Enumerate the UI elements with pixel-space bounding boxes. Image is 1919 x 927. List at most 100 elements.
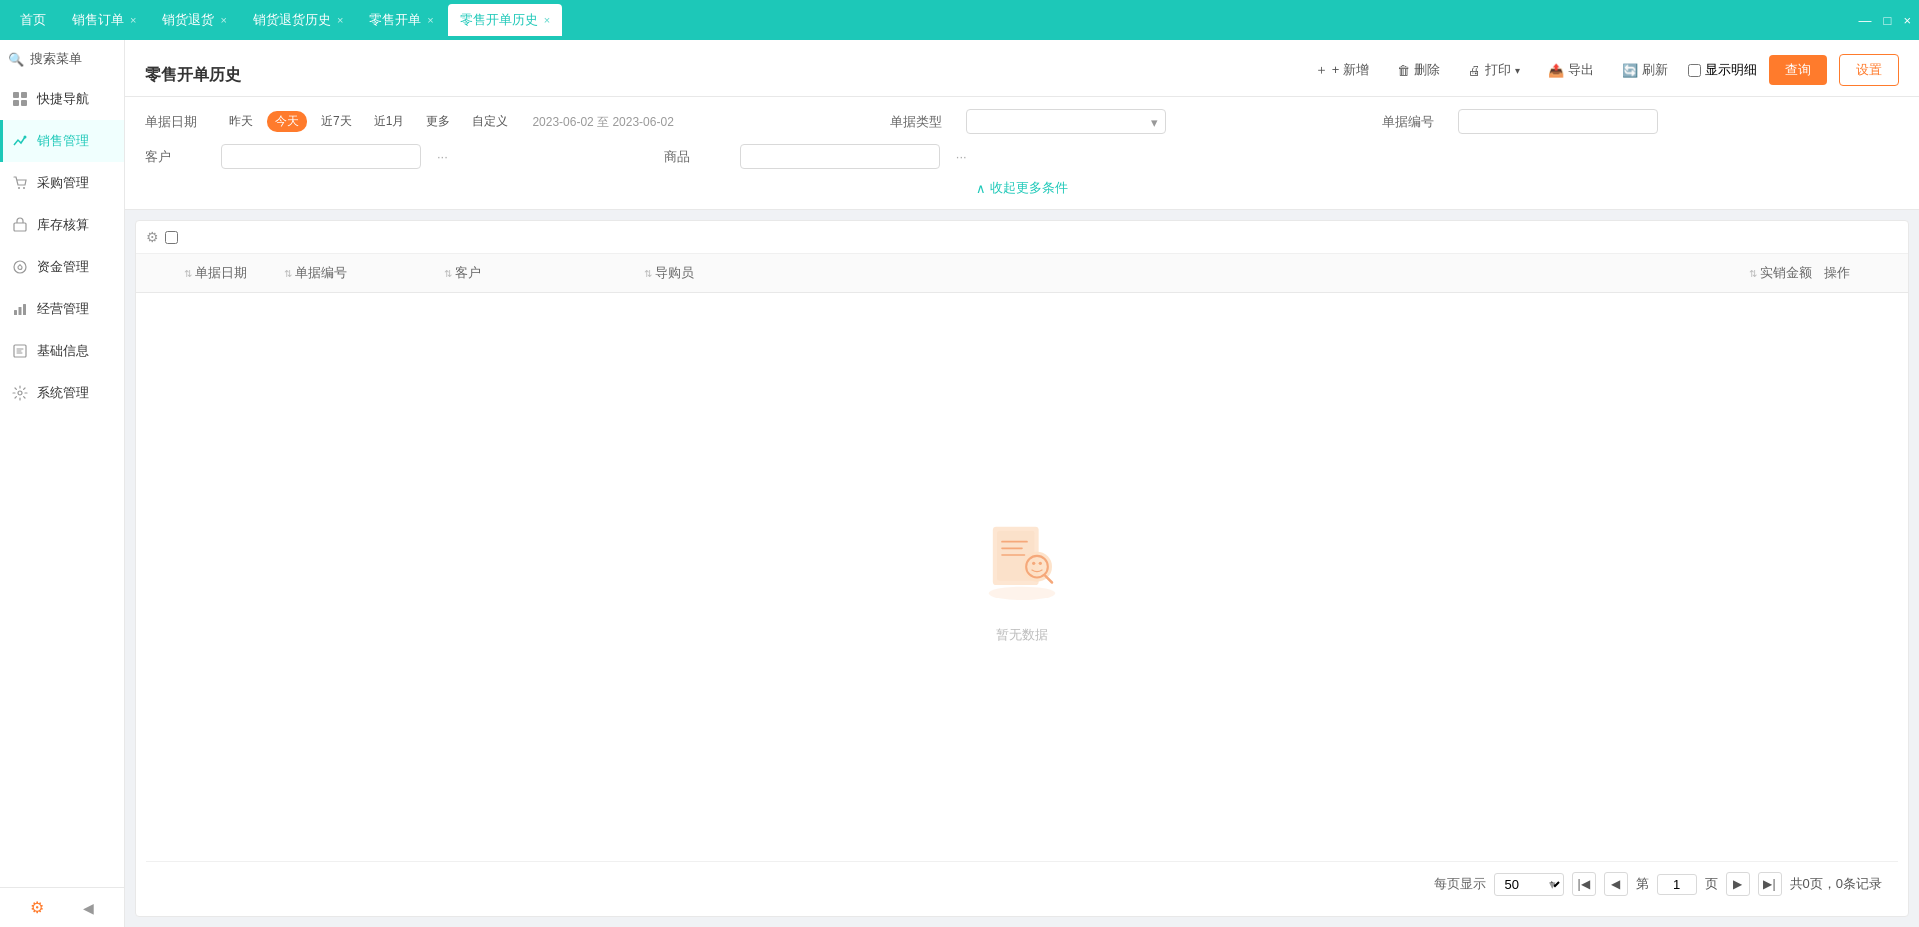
date-btn-today[interactable]: 今天 <box>267 111 307 132</box>
page-num-input[interactable] <box>1657 874 1697 895</box>
th-amount-label: 实销金额 <box>1760 264 1812 282</box>
svg-point-4 <box>24 136 27 139</box>
show-detail-checkbox[interactable]: 显示明细 <box>1688 61 1757 79</box>
window-maximize[interactable]: □ <box>1884 13 1892 28</box>
tab-retail-open-history-close[interactable]: × <box>544 14 550 26</box>
date-btn-custom[interactable]: 自定义 <box>464 111 516 132</box>
th-spacer <box>758 254 1718 292</box>
date-btn-more[interactable]: 更多 <box>418 111 458 132</box>
svg-rect-3 <box>21 100 27 106</box>
select-all-checkbox[interactable] <box>165 231 178 244</box>
th-num[interactable]: ⇅ 单据编号 <box>278 254 438 292</box>
tab-sales-return[interactable]: 销货退货 × <box>150 4 238 36</box>
refresh-label: 刷新 <box>1642 61 1668 79</box>
doc-num-filter-label: 单据编号 <box>1382 113 1442 131</box>
sidebar-item-operations[interactable]: 经营管理 <box>0 288 124 330</box>
table-header: ⇅ 单据日期 ⇅ 单据编号 ⇅ 客户 ⇅ 导购员 ⇅ 实销 <box>136 254 1908 293</box>
sidebar-search[interactable]: 🔍 搜索菜单 <box>0 40 124 78</box>
svg-line-22 <box>1045 576 1052 583</box>
svg-rect-1 <box>21 92 27 98</box>
per-page-select[interactable]: 50 100 200 <box>1494 873 1564 896</box>
tab-home[interactable]: 首页 <box>8 4 58 36</box>
page-label2: 页 <box>1705 875 1718 893</box>
basic-info-icon <box>11 342 29 360</box>
purchase-mgmt-icon <box>11 174 29 192</box>
svg-point-23 <box>1032 562 1035 565</box>
empty-state: 暂无数据 <box>136 293 1908 861</box>
svg-rect-11 <box>23 304 26 315</box>
doc-type-select[interactable] <box>966 109 1166 134</box>
per-page-label: 每页显示 <box>1434 875 1486 893</box>
search-icon: 🔍 <box>8 52 24 67</box>
tab-sales-return-close[interactable]: × <box>220 14 226 26</box>
last-page-btn[interactable]: ▶| <box>1758 872 1782 896</box>
date-btn-yesterday[interactable]: 昨天 <box>221 111 261 132</box>
tab-sales-return-history-close[interactable]: × <box>337 14 343 26</box>
sidebar-item-sales-mgmt[interactable]: 销售管理 <box>0 120 124 162</box>
tab-home-label: 首页 <box>20 11 46 29</box>
sidebar-item-sys-mgmt-label: 系统管理 <box>37 384 89 402</box>
th-amount[interactable]: ⇅ 实销金额 <box>1718 254 1818 292</box>
show-detail-input[interactable] <box>1688 64 1701 77</box>
query-button[interactable]: 查询 <box>1769 55 1827 85</box>
date-btn-1month[interactable]: 近1月 <box>366 111 413 132</box>
window-close[interactable]: × <box>1903 13 1911 28</box>
svg-point-14 <box>989 587 1056 600</box>
sidebar-item-finance-label: 资金管理 <box>37 258 89 276</box>
filter-row-2: 客户 ··· 商品 ··· <box>145 144 1899 169</box>
tab-sales-order-close[interactable]: × <box>130 14 136 26</box>
export-label: 导出 <box>1568 61 1594 79</box>
th-action-label: 操作 <box>1824 264 1850 282</box>
svg-point-6 <box>23 187 25 189</box>
th-customer[interactable]: ⇅ 客户 <box>438 254 638 292</box>
tab-retail-open-close[interactable]: × <box>427 14 433 26</box>
tab-sales-return-history[interactable]: 销货退货历史 × <box>241 4 355 36</box>
date-btn-7days[interactable]: 近7天 <box>313 111 360 132</box>
sidebar-collapse-btn[interactable]: ◀ <box>83 900 94 916</box>
delete-button[interactable]: 🗑 删除 <box>1389 57 1448 83</box>
empty-illustration <box>972 510 1072 610</box>
sidebar-item-purchase-mgmt[interactable]: 采购管理 <box>0 162 124 204</box>
print-button[interactable]: 🖨 打印 ▾ <box>1460 57 1528 83</box>
th-checkbox <box>146 254 178 292</box>
sidebar-item-inventory[interactable]: 库存核算 <box>0 204 124 246</box>
collapse-button[interactable]: ∧ 收起更多条件 <box>145 179 1899 197</box>
goods-input[interactable] <box>740 144 940 169</box>
tab-retail-open[interactable]: 零售开单 × <box>357 4 445 36</box>
prev-page-btn[interactable]: ◀ <box>1604 872 1628 896</box>
sidebar-item-operations-label: 经营管理 <box>37 300 89 318</box>
sidebar-settings-btn[interactable]: ⚙ <box>30 898 44 917</box>
sidebar-item-quick-nav[interactable]: 快捷导航 <box>0 78 124 120</box>
customer-input[interactable] <box>221 144 421 169</box>
table-settings-icon[interactable]: ⚙ <box>146 229 159 245</box>
add-button[interactable]: ＋ + 新增 <box>1307 57 1377 83</box>
th-num-sort-icon: ⇅ <box>284 268 292 279</box>
sidebar-item-finance[interactable]: 资金管理 <box>0 246 124 288</box>
sidebar-item-basic-info[interactable]: 基础信息 <box>0 330 124 372</box>
window-minimize[interactable]: — <box>1859 13 1872 28</box>
sidebar-item-basic-info-label: 基础信息 <box>37 342 89 360</box>
tab-sales-order-label: 销售订单 <box>72 11 124 29</box>
first-page-btn[interactable]: |◀ <box>1572 872 1596 896</box>
th-date[interactable]: ⇅ 单据日期 <box>178 254 278 292</box>
customer-dots[interactable]: ··· <box>437 149 448 164</box>
tab-sales-order[interactable]: 销售订单 × <box>60 4 148 36</box>
query-label: 查询 <box>1785 61 1811 79</box>
sidebar-item-sys-mgmt[interactable]: 系统管理 <box>0 372 124 414</box>
export-button[interactable]: 📤 导出 <box>1540 57 1602 83</box>
refresh-button[interactable]: 🔄 刷新 <box>1614 57 1676 83</box>
sidebar-item-quick-nav-label: 快捷导航 <box>37 90 89 108</box>
tab-retail-open-history[interactable]: 零售开单历史 × <box>448 4 562 36</box>
date-range: 2023-06-02 至 2023-06-02 <box>532 114 673 131</box>
inventory-icon <box>11 216 29 234</box>
goods-dots[interactable]: ··· <box>956 149 967 164</box>
th-date-label: 单据日期 <box>195 264 247 282</box>
delete-label: 删除 <box>1414 61 1440 79</box>
th-guide-sort-icon: ⇅ <box>644 268 652 279</box>
settings-button[interactable]: 设置 <box>1839 54 1899 86</box>
operations-icon <box>11 300 29 318</box>
doc-num-input[interactable] <box>1458 109 1658 134</box>
th-guide[interactable]: ⇅ 导购员 <box>638 254 758 292</box>
next-page-btn[interactable]: ▶ <box>1726 872 1750 896</box>
top-nav: 首页 销售订单 × 销货退货 × 销货退货历史 × 零售开单 × 零售开单历史 … <box>0 0 1919 40</box>
